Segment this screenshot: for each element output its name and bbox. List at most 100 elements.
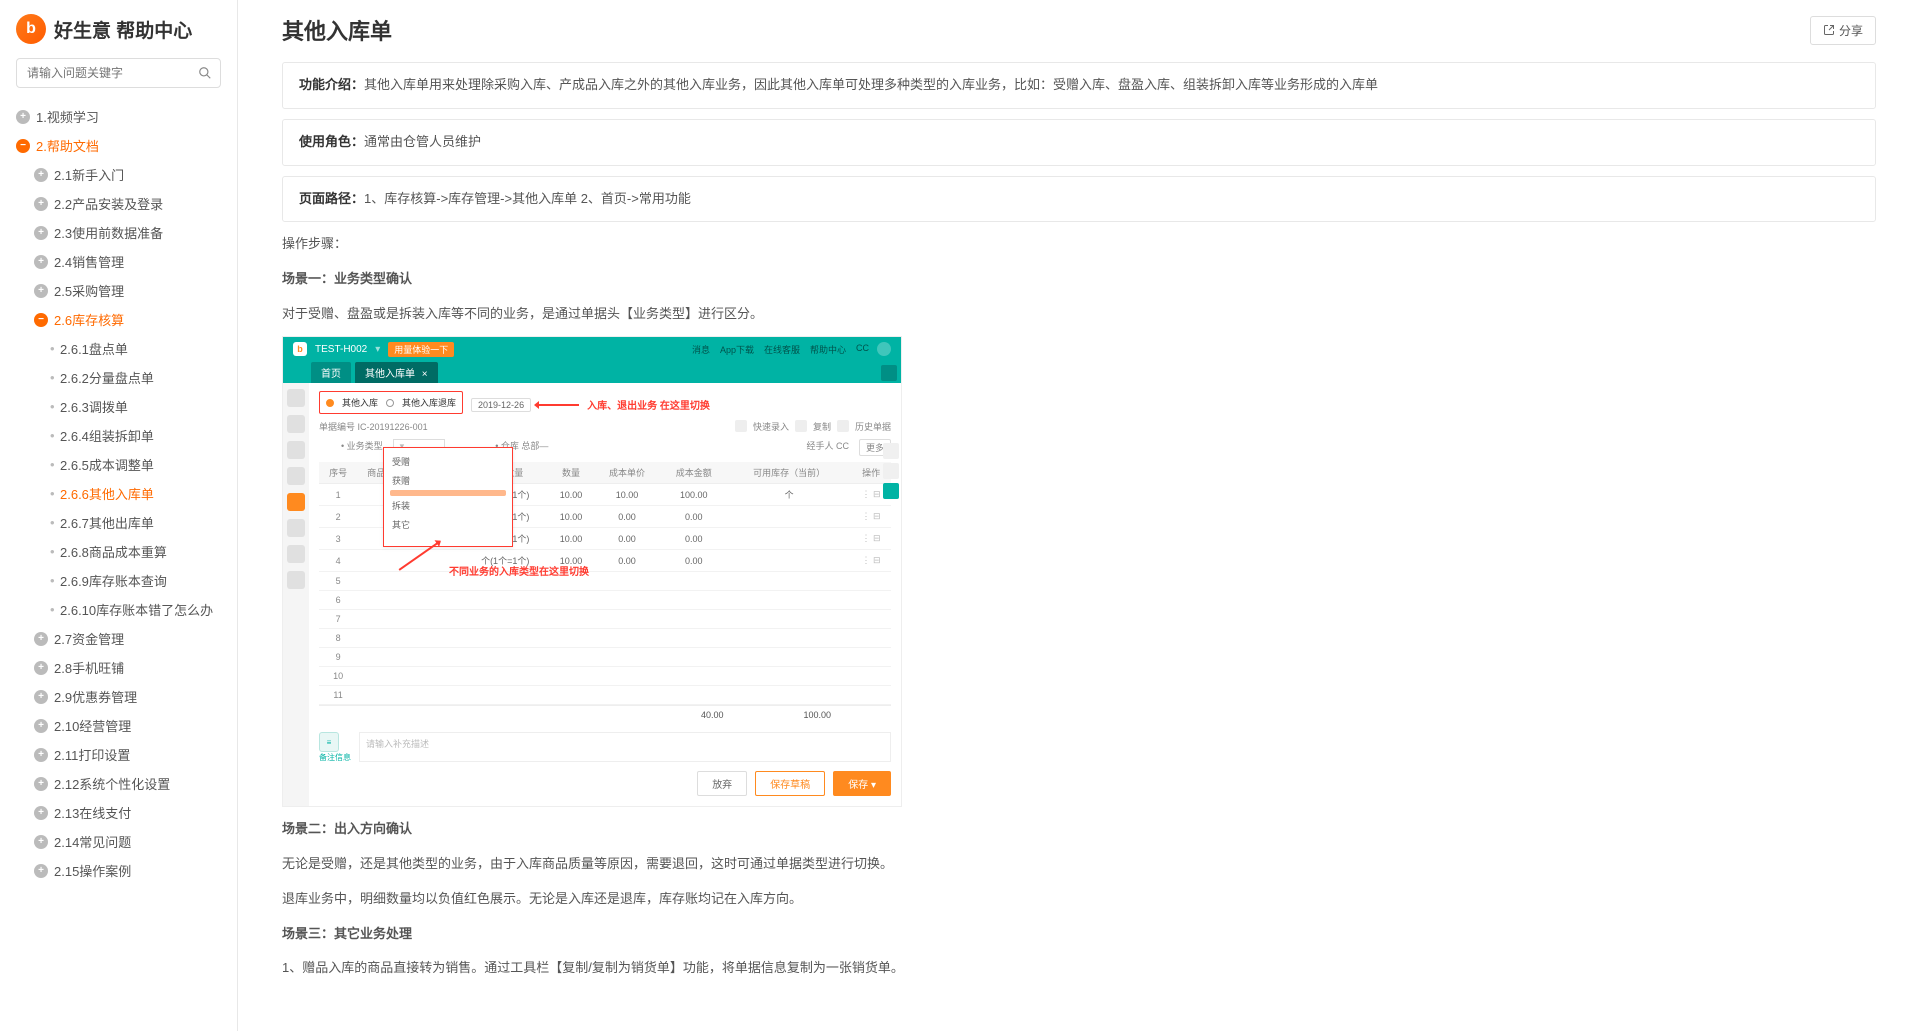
nav-item[interactable]: 2.6.8商品成本重算: [16, 537, 221, 566]
rail-icon: [287, 467, 305, 485]
nav-label: 2.6.2分量盘点单: [60, 368, 154, 387]
nav-item[interactable]: 2.6.7其他出库单: [16, 508, 221, 537]
nav-item[interactable]: +2.13在线支付: [16, 798, 221, 827]
ss-tab-home: 首页: [311, 362, 351, 383]
scene1-title: 场景一：业务类型确认: [282, 271, 412, 286]
path-text: 1、库存核算->库存管理->其他入库单 2、首页->常用功能: [364, 191, 691, 206]
btn-draft: 保存草稿: [755, 771, 825, 796]
nav-label: 2.9优惠券管理: [54, 687, 137, 706]
nav-item[interactable]: 2.6.9库存账本查询: [16, 566, 221, 595]
nav-label: 2.6.10库存账本错了怎么办: [60, 600, 213, 619]
nav-item[interactable]: +2.3使用前数据准备: [16, 218, 221, 247]
nav-label: 2.8手机旺铺: [54, 658, 124, 677]
nav-item[interactable]: +2.7资金管理: [16, 624, 221, 653]
ss-avatar-icon: [877, 342, 891, 356]
nav-item[interactable]: 2.6.4组装拆卸单: [16, 421, 221, 450]
nav-label: 2.1新手入门: [54, 165, 124, 184]
btn-save: 保存 ▾: [833, 771, 891, 796]
meta-icon: [837, 420, 849, 432]
scene1-text: 对于受赠、盘盈或是拆装入库等不同的业务，是通过单据头【业务类型】进行区分。: [282, 302, 1876, 327]
nav-label: 2.12系统个性化设置: [54, 774, 170, 793]
nav-item[interactable]: +2.4销售管理: [16, 247, 221, 276]
r-icon: [883, 443, 899, 459]
nav-label: 1.视频学习: [36, 107, 99, 126]
scene3-title: 场景三：其它业务处理: [282, 926, 412, 941]
nav-item[interactable]: +2.5采购管理: [16, 276, 221, 305]
note-input: 请输入补充描述: [359, 732, 891, 762]
nav-label: 2.6库存核算: [54, 310, 124, 329]
intro-label: 功能介绍：: [299, 77, 364, 92]
share-button[interactable]: 分享: [1810, 16, 1876, 45]
nav-label: 2.6.4组装拆卸单: [60, 426, 154, 445]
rail-icon-active: [287, 493, 305, 511]
r-icon: [883, 483, 899, 499]
ss-tab-active: 其他入库单 ×: [355, 362, 438, 383]
nav-item[interactable]: −2.帮助文档: [16, 131, 221, 160]
role-box: 使用角色：通常由仓管人员维护: [282, 119, 1876, 166]
ss-header: b TEST-H002 ▾ 用量体验一下 消息App下载在线客服帮助中心CC: [283, 337, 901, 361]
plus-icon: +: [34, 864, 48, 878]
nav-label: 2.3使用前数据准备: [54, 223, 163, 242]
nav-item[interactable]: +2.12系统个性化设置: [16, 769, 221, 798]
path-box: 页面路径：1、库存核算->库存管理->其他入库单 2、首页->常用功能: [282, 176, 1876, 223]
intro-box: 功能介绍：其他入库单用来处理除采购入库、产成品入库之外的其他入库业务，因此其他入…: [282, 62, 1876, 109]
nav-item[interactable]: 2.6.2分量盘点单: [16, 363, 221, 392]
nav-item[interactable]: +2.11打印设置: [16, 740, 221, 769]
ss-sum-row: 40.00 100.00: [319, 705, 891, 724]
nav-item[interactable]: 2.6.3调拨单: [16, 392, 221, 421]
embedded-screenshot: b TEST-H002 ▾ 用量体验一下 消息App下载在线客服帮助中心CC 首…: [282, 336, 902, 807]
ss-header-menu: 消息App下载在线客服帮助中心CC: [692, 343, 869, 356]
plus-icon: +: [34, 806, 48, 820]
scene2-line2: 退库业务中，明细数量均以负值红色展示。无论是入库还是退库，库存账均记在入库方向。: [282, 887, 1876, 912]
ss-top-title: TEST-H002: [315, 344, 367, 355]
note-label: 备注信息: [319, 752, 351, 763]
nav-item[interactable]: −2.6库存核算: [16, 305, 221, 334]
nav-item[interactable]: 2.6.10库存账本错了怎么办: [16, 595, 221, 624]
rail-icon: [287, 545, 305, 563]
nav-item[interactable]: +2.15操作案例: [16, 856, 221, 885]
search-input[interactable]: [16, 58, 221, 88]
path-label: 页面路径：: [299, 191, 364, 206]
logo-row: b 好生意 帮助中心: [16, 14, 221, 44]
ss-right-rail: [883, 443, 901, 499]
minus-icon: −: [16, 139, 30, 153]
r-icon: [883, 463, 899, 479]
nav-label: 2.6.7其他出库单: [60, 513, 154, 532]
nav-item[interactable]: +2.8手机旺铺: [16, 653, 221, 682]
ss-type-switch: 其他入库 其他入库退库: [319, 391, 463, 414]
rail-icon: [287, 389, 305, 407]
nav-item[interactable]: +2.9优惠券管理: [16, 682, 221, 711]
ss-logo-icon: b: [293, 342, 307, 356]
plus-icon: +: [34, 284, 48, 298]
nav-label: 2.6.8商品成本重算: [60, 542, 167, 561]
role-text: 通常由仓管人员维护: [364, 134, 481, 149]
nav-item[interactable]: +2.14常见问题: [16, 827, 221, 856]
logo-icon: b: [16, 14, 46, 44]
plus-icon: +: [34, 255, 48, 269]
intro-text: 其他入库单用来处理除采购入库、产成品入库之外的其他入库业务，因此其他入库单可处理…: [364, 77, 1378, 92]
main-content: 其他入库单 分享 功能介绍：其他入库单用来处理除采购入库、产成品入库之外的其他入…: [238, 0, 1920, 1031]
nav-item[interactable]: 2.6.1盘点单: [16, 334, 221, 363]
nav-item[interactable]: +2.10经营管理: [16, 711, 221, 740]
ss-dropdown: 受赠 获赠 拆装 其它: [383, 447, 513, 547]
nav-label: 2.13在线支付: [54, 803, 131, 822]
plus-icon: +: [34, 632, 48, 646]
search-icon[interactable]: [195, 63, 215, 83]
ss-close-all-icon: [881, 365, 897, 381]
nav-label: 2.帮助文档: [36, 136, 99, 155]
nav-label: 2.6.5成本调整单: [60, 455, 154, 474]
share-icon: [1823, 24, 1835, 36]
nav-item[interactable]: +1.视频学习: [16, 102, 221, 131]
ss-annot1: 入库、退出业务 在这里切换: [587, 397, 710, 412]
ss-tabs: 首页 其他入库单 ×: [283, 361, 901, 383]
nav-label: 2.15操作案例: [54, 861, 131, 880]
nav-item[interactable]: +2.1新手入门: [16, 160, 221, 189]
nav-label: 2.10经营管理: [54, 716, 131, 735]
meta-icon: [795, 420, 807, 432]
nav-item[interactable]: 2.6.6其他入库单: [16, 479, 221, 508]
plus-icon: +: [34, 777, 48, 791]
note-icon: ≡: [319, 732, 339, 752]
nav-item[interactable]: +2.2产品安装及登录: [16, 189, 221, 218]
nav-item[interactable]: 2.6.5成本调整单: [16, 450, 221, 479]
nav-label: 2.6.3调拨单: [60, 397, 128, 416]
